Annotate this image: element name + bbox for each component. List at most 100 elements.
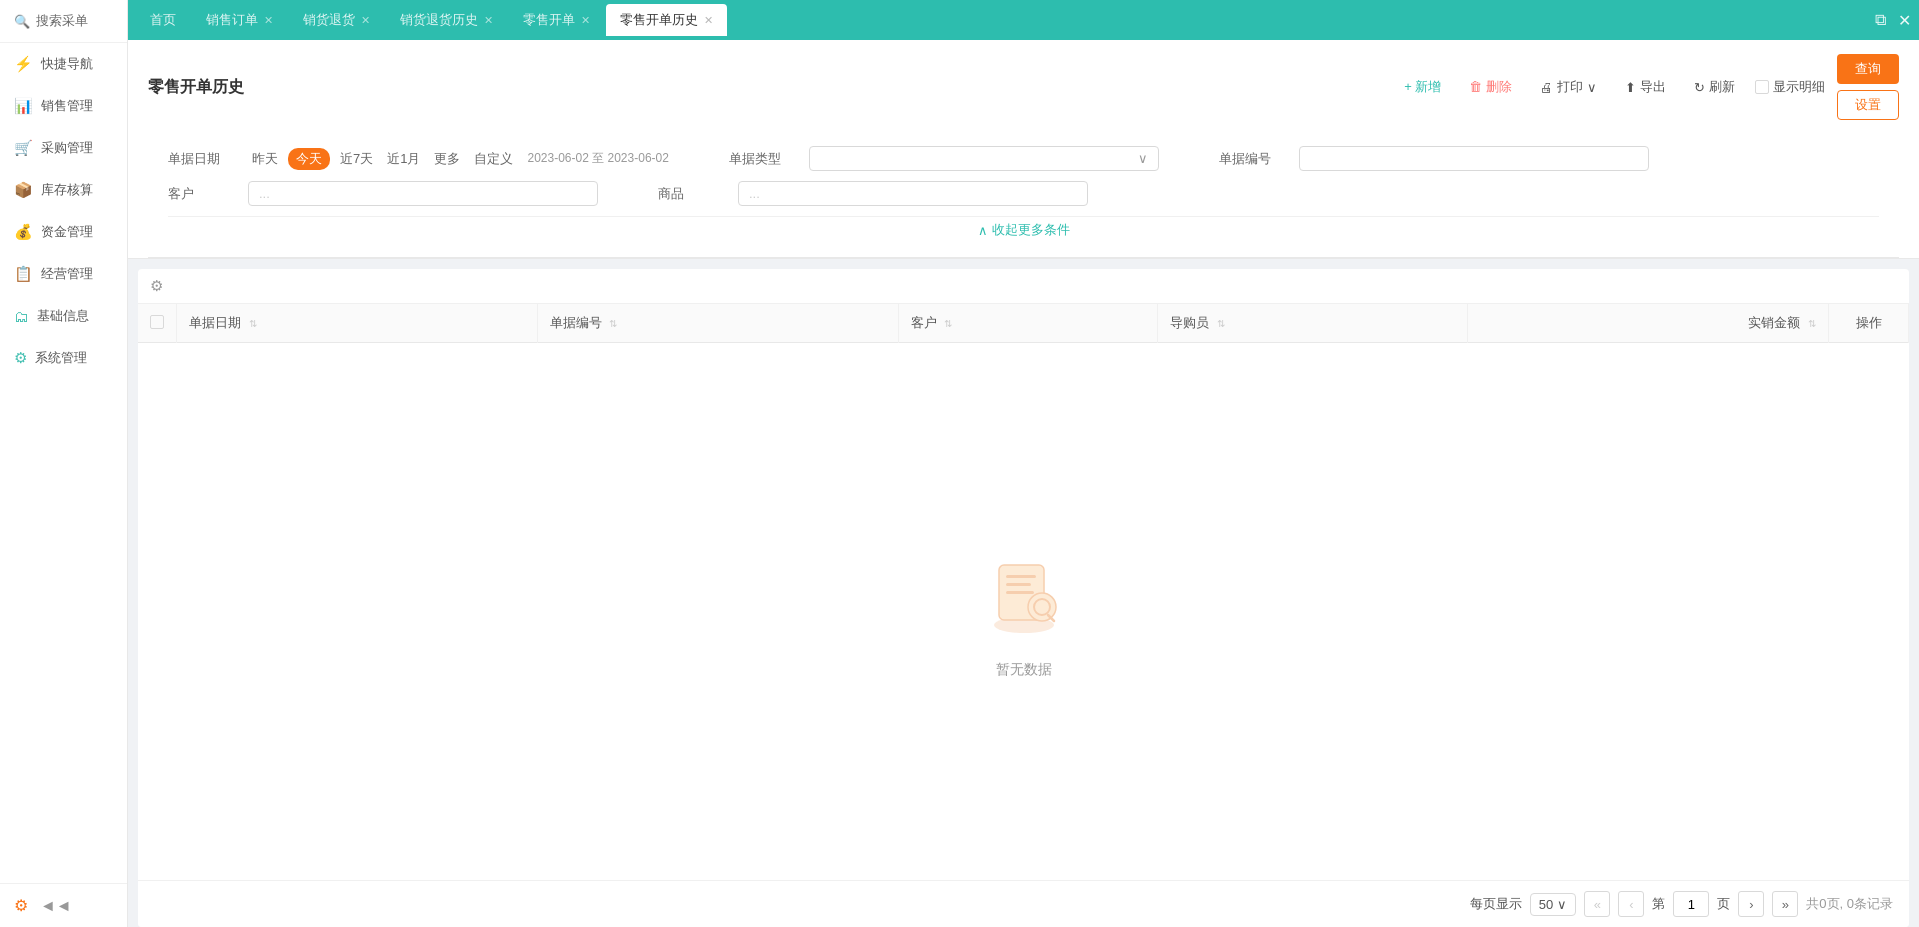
collapse-icon: ∧ [978,223,988,238]
page-prev-btn[interactable]: ‹ [1618,891,1644,917]
date-shortcut-last-month[interactable]: 近1月 [383,148,424,170]
tab-sales-return[interactable]: 销货退货 ✕ [289,4,384,36]
tab-sales-return-close[interactable]: ✕ [361,14,370,27]
collapse-more-btn[interactable]: ∧ 收起更多条件 [168,216,1879,243]
tab-retail-open[interactable]: 零售开单 ✕ [509,4,604,36]
tab-restore-icon[interactable]: ⧉ [1875,11,1886,29]
content: 零售开单历史 + 新增 🗑 删除 🖨 打印 ∨ ⬆ 导出 ↻ [128,40,1919,927]
th-no[interactable]: 单据编号 ⇅ [537,304,898,343]
tab-retail-open-close[interactable]: ✕ [581,14,590,27]
search-icon: 🔍 [14,14,30,29]
th-amount[interactable]: 实销金额 ⇅ [1468,304,1829,343]
inventory-icon: 📦 [14,181,33,199]
sales-mgmt-icon: 📊 [14,97,33,115]
tab-sales-order[interactable]: 销售订单 ✕ [192,4,287,36]
sort-guide-icon: ⇅ [1217,318,1225,329]
date-shortcut-today[interactable]: 今天 [288,148,330,170]
page-next-btn[interactable]: › [1738,891,1764,917]
tab-sales-return-label: 销货退货 [303,11,355,29]
refresh-label: 刷新 [1709,78,1735,96]
toolbar: + 新增 🗑 删除 🖨 打印 ∨ ⬆ 导出 ↻ 刷新 [1396,54,1899,120]
table-container: ⚙ 单据日期 ⇅ 单据编号 ⇅ [138,269,1909,927]
th-guide[interactable]: 导购员 ⇅ [1158,304,1468,343]
sidebar-item-quick-nav[interactable]: ⚡ 快捷导航 [0,43,127,85]
collapse-text: 收起更多条件 [992,221,1070,239]
sidebar-item-sys-mgmt[interactable]: ⚙ 系统管理 [0,337,127,379]
basic-info-icon: 🗂 [14,308,29,325]
print-label: 打印 [1557,78,1583,96]
doc-type-value [820,151,824,166]
export-icon: ⬆ [1625,80,1636,95]
doc-no-input[interactable] [1299,146,1649,171]
page-last-btn[interactable]: » [1772,891,1798,917]
select-all-checkbox[interactable] [150,315,164,329]
date-shortcut-yesterday[interactable]: 昨天 [248,148,282,170]
tab-sales-order-close[interactable]: ✕ [264,14,273,27]
page-first-btn[interactable]: « [1584,891,1610,917]
customer-label: 客户 [168,185,228,203]
th-customer[interactable]: 客户 ⇅ [898,304,1158,343]
page-header: 零售开单历史 + 新增 🗑 删除 🖨 打印 ∨ ⬆ 导出 ↻ [128,40,1919,259]
tab-sales-return-history[interactable]: 销货退货历史 ✕ [386,4,507,36]
collapse-icon[interactable]: ◄◄ [40,897,72,915]
sort-customer-icon: ⇅ [944,318,952,329]
tab-sales-return-history-label: 销货退货历史 [400,11,478,29]
date-range: 2023-06-02 至 2023-06-02 [527,150,668,167]
sidebar-item-operations[interactable]: 📋 经营管理 [0,253,127,295]
customer-dots: ... [259,186,270,201]
sys-mgmt-icon: ⚙ [14,349,27,367]
tab-retail-open-history[interactable]: 零售开单历史 ✕ [606,4,727,36]
display-detail-checkbox[interactable] [1755,80,1769,94]
export-label: 导出 [1640,78,1666,96]
th-date[interactable]: 单据日期 ⇅ [177,304,538,343]
purchase-mgmt-icon: 🛒 [14,139,33,157]
page-summary: 共0页, 0条记录 [1806,895,1893,913]
delete-button[interactable]: 🗑 删除 [1461,74,1520,100]
sort-no-icon: ⇅ [609,318,617,329]
tab-close-all-icon[interactable]: ✕ [1898,11,1911,30]
sidebar-item-inventory[interactable]: 📦 库存核算 [0,169,127,211]
query-action-group: 查询 设置 [1837,54,1899,120]
doc-type-select[interactable]: ∨ [809,146,1159,171]
export-button[interactable]: ⬆ 导出 [1617,74,1674,100]
query-button[interactable]: 查询 [1837,54,1899,84]
filter-row-2: 客户 ... 商品 ... [168,181,1879,206]
finance-icon: 💰 [14,223,33,241]
date-shortcut-more[interactable]: 更多 [430,148,464,170]
add-button[interactable]: + 新增 [1396,74,1449,100]
svg-rect-2 [1006,575,1036,578]
sidebar-item-sales-mgmt[interactable]: 📊 销售管理 [0,85,127,127]
sidebar-search[interactable]: 🔍 搜索采单 [0,0,127,43]
sidebar-item-label: 快捷导航 [41,55,93,73]
date-filter-label: 单据日期 [168,150,228,168]
page-label: 第 [1652,895,1665,913]
svg-rect-3 [1006,583,1031,586]
date-picker-group: 昨天 今天 近7天 近1月 更多 自定义 2023-06-02 至 2023-0… [248,148,669,170]
print-button[interactable]: 🖨 打印 ∨ [1532,74,1605,100]
sidebar-item-finance[interactable]: 💰 资金管理 [0,211,127,253]
sidebar-item-basic-info[interactable]: 🗂 基础信息 [0,295,127,337]
display-detail-toggle[interactable]: 显示明细 [1755,78,1825,96]
per-page-label: 每页显示 [1470,895,1522,913]
page-number-input[interactable] [1673,891,1709,917]
settings-icon[interactable]: ⚙ [14,896,28,915]
refresh-button[interactable]: ↻ 刷新 [1686,74,1743,100]
per-page-arrow: ∨ [1557,897,1567,912]
sidebar-item-purchase-mgmt[interactable]: 🛒 采购管理 [0,127,127,169]
tab-sales-return-history-close[interactable]: ✕ [484,14,493,27]
sidebar-item-label: 库存核算 [41,181,93,199]
sort-amount-icon: ⇅ [1808,318,1816,329]
th-select-all[interactable] [138,304,177,343]
date-shortcut-last7[interactable]: 近7天 [336,148,377,170]
settings-button[interactable]: 设置 [1837,90,1899,120]
customer-select[interactable]: ... [248,181,598,206]
pagination-bar: 每页显示 50 ∨ « ‹ 第 页 › » 共0页, 0条记录 [138,880,1909,927]
per-page-select[interactable]: 50 ∨ [1530,893,1576,916]
tab-home[interactable]: 首页 [136,4,190,36]
table-settings-icon[interactable]: ⚙ [150,277,163,295]
sidebar-item-label: 基础信息 [37,307,89,325]
product-select[interactable]: ... [738,181,1088,206]
product-label: 商品 [658,185,718,203]
tab-retail-open-history-close[interactable]: ✕ [704,14,713,27]
date-shortcut-custom[interactable]: 自定义 [470,148,517,170]
